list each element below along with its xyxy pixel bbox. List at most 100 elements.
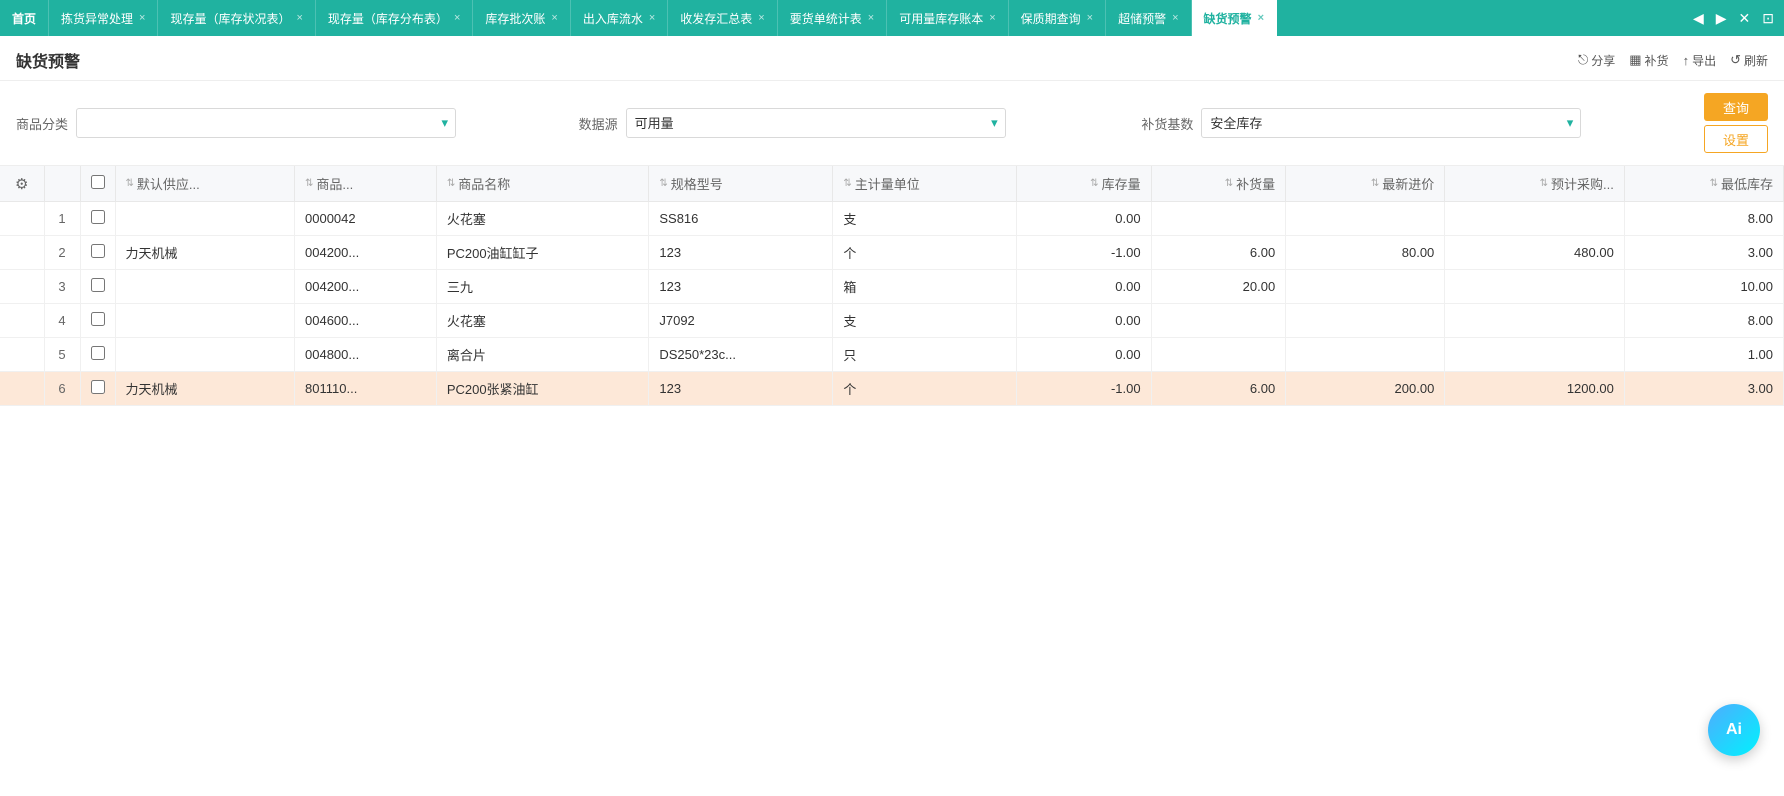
row-unit: 个 bbox=[833, 236, 1017, 270]
row-replenish-qty: 6.00 bbox=[1151, 236, 1286, 270]
th-stock-qty[interactable]: ⇅ 库存量 bbox=[1016, 166, 1151, 202]
replenish-qty-sort: ⇅ 补货量 bbox=[1225, 174, 1275, 193]
tab-label-home: 首页 bbox=[12, 10, 36, 27]
row-checkbox[interactable] bbox=[91, 312, 105, 326]
tab-order-stat[interactable]: 要货单统计表 × bbox=[778, 0, 887, 36]
row-spec: 123 bbox=[649, 270, 833, 304]
row-replenish-qty: 6.00 bbox=[1151, 372, 1286, 406]
th-unit[interactable]: ⇅ 主计量单位 bbox=[833, 166, 1017, 202]
tab-label-inout-flow: 出入库流水 bbox=[583, 10, 643, 27]
row-product-name: PC200张紧油缸 bbox=[436, 372, 649, 406]
replenish-basis-select[interactable]: 安全库存 bbox=[1201, 108, 1581, 138]
tab-next-button[interactable]: ▶ bbox=[1710, 6, 1733, 31]
row-seq: 2 bbox=[44, 236, 80, 270]
category-select[interactable] bbox=[76, 108, 456, 138]
row-supplier: 力天机械 bbox=[115, 372, 295, 406]
replenish-button[interactable]: ▦ 补货 bbox=[1629, 52, 1668, 69]
th-estimated-purchase[interactable]: ⇅ 预计采购... bbox=[1445, 166, 1625, 202]
row-product-code: 801110... bbox=[295, 372, 437, 406]
replenish-basis-select-wrap: 安全库存 ▾ bbox=[1201, 108, 1581, 138]
tab-inout-flow[interactable]: 出入库流水 × bbox=[571, 0, 668, 36]
refresh-button[interactable]: ↺ 刷新 bbox=[1730, 52, 1768, 69]
row-gear-cell bbox=[0, 338, 44, 372]
tab-expiry-query[interactable]: 保质期查询× bbox=[1009, 0, 1106, 36]
query-button[interactable]: 查询 bbox=[1704, 93, 1768, 121]
product-code-sort-icon: ⇅ bbox=[305, 178, 313, 189]
estimated-purchase-sort: ⇅ 预计采购... bbox=[1540, 174, 1614, 193]
row-min-stock: 10.00 bbox=[1624, 270, 1783, 304]
category-select-wrap: ▾ bbox=[76, 108, 456, 138]
stock-qty-header-label: 库存量 bbox=[1102, 174, 1141, 193]
tab-close-expiry-query[interactable]: × bbox=[1087, 12, 1093, 24]
datasource-select[interactable]: 可用量 bbox=[626, 108, 1006, 138]
tab-home[interactable]: 首页 bbox=[0, 0, 49, 36]
gear-icon[interactable]: ⚙ bbox=[15, 175, 28, 193]
export-button[interactable]: ↑ 导出 bbox=[1683, 52, 1717, 69]
tab-close-receipt-summary[interactable]: × bbox=[758, 12, 764, 24]
row-replenish-qty: 20.00 bbox=[1151, 270, 1286, 304]
row-product-name: 三九 bbox=[436, 270, 649, 304]
replenish-basis-label: 补货基数 bbox=[1141, 114, 1193, 133]
tab-label-order-stat: 要货单统计表 bbox=[790, 10, 862, 27]
replenish-qty-sort-icon: ⇅ bbox=[1225, 178, 1233, 189]
row-checkbox[interactable] bbox=[91, 346, 105, 360]
row-checkbox[interactable] bbox=[91, 244, 105, 258]
header-actions: ⎋ 分享 ▦ 补货 ↑ 导出 ↺ 刷新 bbox=[1578, 52, 1768, 69]
filter-buttons: 查询 设置 bbox=[1704, 93, 1768, 153]
export-label: 导出 bbox=[1692, 52, 1716, 69]
row-supplier bbox=[115, 202, 295, 236]
datasource-select-wrap: 可用量 ▾ bbox=[626, 108, 1006, 138]
row-latest-price bbox=[1286, 338, 1445, 372]
filter-area: 商品分类 ▾ 数据源 可用量 ▾ 补货基数 安全库存 bbox=[0, 81, 1784, 166]
th-default-supplier[interactable]: ⇅ 默认供应... bbox=[115, 166, 295, 202]
tab-prev-button[interactable]: ◀ bbox=[1687, 6, 1710, 31]
settings-button[interactable]: 设置 bbox=[1704, 125, 1768, 153]
latest-price-header-label: 最新进价 bbox=[1382, 174, 1434, 193]
row-replenish-qty bbox=[1151, 202, 1286, 236]
tab-close-available-ledger[interactable]: × bbox=[989, 12, 995, 24]
th-settings[interactable]: ⚙ bbox=[0, 166, 44, 202]
row-stock-qty: 0.00 bbox=[1016, 304, 1151, 338]
min-stock-sort: ⇅ 最低库存 bbox=[1710, 174, 1773, 193]
tab-label-available-ledger: 可用量库存账本 bbox=[899, 10, 983, 27]
row-checkbox-cell bbox=[80, 236, 115, 270]
row-checkbox-cell bbox=[80, 372, 115, 406]
tab-abnormal[interactable]: 拣货异常处理× bbox=[49, 0, 158, 36]
product-name-sort: ⇅ 商品名称 bbox=[447, 174, 510, 193]
th-checkbox[interactable] bbox=[80, 166, 115, 202]
tab-close-inout-flow[interactable]: × bbox=[649, 12, 655, 24]
th-product-name[interactable]: ⇅ 商品名称 bbox=[436, 166, 649, 202]
tab-close-stock-status[interactable]: × bbox=[296, 12, 302, 24]
tab-close-stock-dist[interactable]: × bbox=[454, 12, 460, 24]
row-checkbox[interactable] bbox=[91, 278, 105, 292]
tab-receipt-summary[interactable]: 收发存汇总表 × bbox=[668, 0, 777, 36]
tab-close-shortage[interactable]: × bbox=[1258, 12, 1264, 24]
tab-label-receipt-summary: 收发存汇总表 bbox=[680, 10, 752, 27]
tab-close-abnormal[interactable]: × bbox=[139, 12, 145, 24]
tab-available-ledger[interactable]: 可用量库存账本 × bbox=[887, 0, 1008, 36]
tab-shortage[interactable]: 缺货预警× bbox=[1192, 0, 1277, 36]
tab-batch-account[interactable]: 库存批次账× bbox=[473, 0, 570, 36]
th-replenish-qty[interactable]: ⇅ 补货量 bbox=[1151, 166, 1286, 202]
tab-close-order-stat[interactable]: × bbox=[868, 12, 874, 24]
select-all-checkbox[interactable] bbox=[91, 175, 105, 189]
share-button[interactable]: ⎋ 分享 bbox=[1578, 52, 1615, 69]
row-checkbox[interactable] bbox=[91, 210, 105, 224]
tab-close-overstock[interactable]: × bbox=[1172, 12, 1178, 24]
th-min-stock[interactable]: ⇅ 最低库存 bbox=[1624, 166, 1783, 202]
row-estimated-purchase bbox=[1445, 270, 1625, 304]
row-gear-cell bbox=[0, 304, 44, 338]
ai-assistant-button[interactable]: Ai bbox=[1708, 704, 1760, 756]
th-product-code[interactable]: ⇅ 商品... bbox=[295, 166, 437, 202]
tab-restore-button[interactable]: ⊡ bbox=[1756, 6, 1780, 31]
th-latest-price[interactable]: ⇅ 最新进价 bbox=[1286, 166, 1445, 202]
tab-stock-dist[interactable]: 现存量（库存分布表）× bbox=[316, 0, 473, 36]
tab-stock-status[interactable]: 现存量（库存状况表）× bbox=[158, 0, 315, 36]
tab-overstock[interactable]: 超储预警× bbox=[1106, 0, 1191, 36]
row-checkbox[interactable] bbox=[91, 380, 105, 394]
th-spec[interactable]: ⇅ 规格型号 bbox=[649, 166, 833, 202]
row-spec: J7092 bbox=[649, 304, 833, 338]
table-row: 2力天机械004200...PC200油缸缸子123个-1.006.0080.0… bbox=[0, 236, 1784, 270]
tab-close-batch-account[interactable]: × bbox=[551, 12, 557, 24]
tab-close-all-button[interactable]: ✕ bbox=[1733, 6, 1757, 31]
